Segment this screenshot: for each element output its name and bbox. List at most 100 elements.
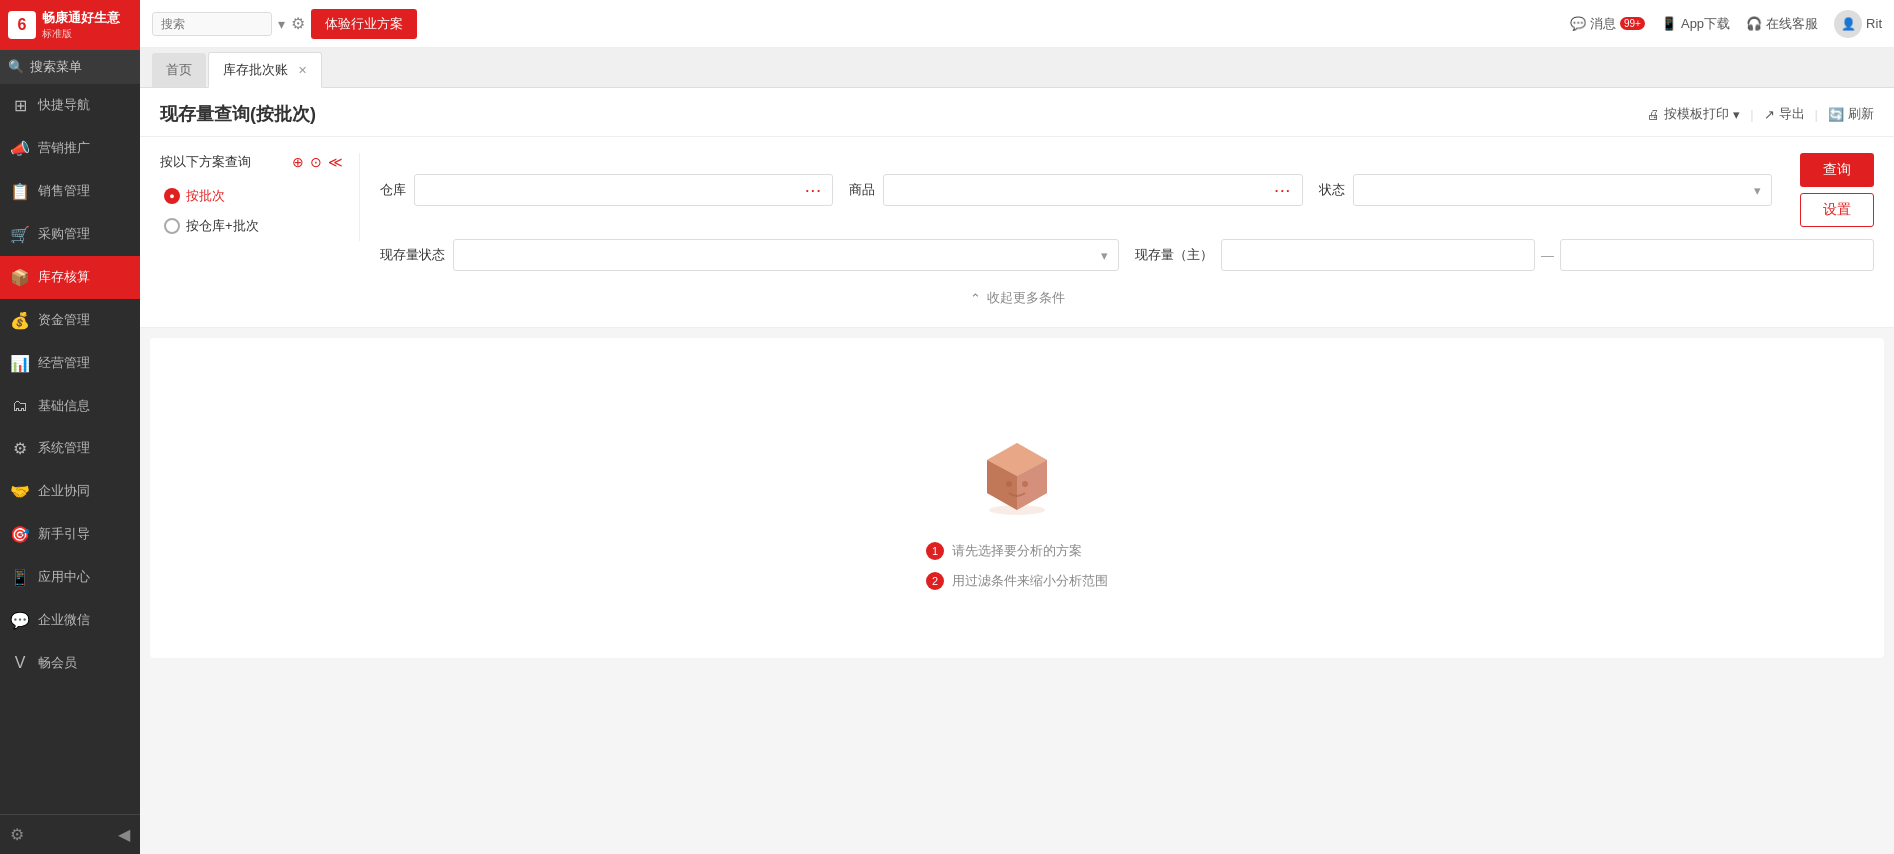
scheme-item-batch[interactable]: ● 按批次 bbox=[160, 181, 343, 211]
search-icon: 🔍 bbox=[8, 59, 24, 74]
purchase-label: 采购管理 bbox=[38, 225, 90, 243]
settings-icon[interactable]: ⚙ bbox=[10, 825, 24, 844]
warehouse-label: 仓库 bbox=[380, 181, 406, 199]
tab-inventory-batch[interactable]: 库存批次账 ✕ bbox=[208, 52, 322, 88]
sidebar-item-guide[interactable]: 🎯 新手引导 bbox=[0, 513, 140, 556]
sidebar-item-member[interactable]: V畅会员 bbox=[0, 642, 140, 684]
stock-status-filter: 现存量状态 ▾ bbox=[380, 239, 1119, 271]
collapse-more-btn[interactable]: ⌃ 收起更多条件 bbox=[160, 285, 1874, 311]
hint2-text: 用过滤条件来缩小分析范围 bbox=[952, 568, 1108, 594]
warehouse-more-dots[interactable]: ··· bbox=[805, 183, 822, 198]
product-input[interactable]: ··· bbox=[883, 174, 1302, 206]
online-service-label: 在线客服 bbox=[1766, 15, 1818, 33]
sidebar-footer: ⚙ ◀ bbox=[0, 814, 140, 854]
sidebar-item-quick-nav[interactable]: ⊞快捷导航 bbox=[0, 84, 140, 127]
sidebar-item-basics[interactable]: 🗂 基础信息 bbox=[0, 385, 140, 427]
basics-label: 基础信息 bbox=[38, 397, 90, 415]
experience-btn[interactable]: 体验行业方案 bbox=[311, 9, 417, 39]
settings-btn[interactable]: 设置 bbox=[1800, 193, 1874, 227]
user-avatar-btn[interactable]: 👤 Rit bbox=[1834, 10, 1882, 38]
quick-nav-label: 快捷导航 bbox=[38, 96, 90, 114]
scheme-collapse-icon[interactable]: ≪ bbox=[328, 154, 343, 170]
page-header: 现存量查询(按批次) 🖨 按模板打印 ▾ | ↗ 导出 | 🔄 刷新 bbox=[140, 88, 1894, 137]
topbar-search-input[interactable] bbox=[152, 12, 272, 36]
sidebar-item-system[interactable]: ⚙系统管理 bbox=[0, 427, 140, 470]
export-btn[interactable]: ↗ 导出 bbox=[1764, 105, 1805, 123]
sidebar-item-wechat[interactable]: 💬企业微信 bbox=[0, 599, 140, 642]
inventory-icon: 📦 bbox=[10, 268, 30, 287]
stock-qty-min-input[interactable] bbox=[1221, 239, 1535, 271]
status-label: 状态 bbox=[1319, 181, 1345, 199]
refresh-btn[interactable]: 🔄 刷新 bbox=[1828, 105, 1874, 123]
tab-close-icon[interactable]: ✕ bbox=[298, 64, 307, 76]
member-label: 畅会员 bbox=[38, 654, 77, 672]
empty-hint-2: 2 用过滤条件来缩小分析范围 bbox=[926, 568, 1108, 594]
page-content: 现存量查询(按批次) 🖨 按模板打印 ▾ | ↗ 导出 | 🔄 刷新 bbox=[140, 88, 1894, 854]
sales-icon: 📋 bbox=[10, 182, 30, 201]
sidebar-item-sales[interactable]: 📋 销售管理 bbox=[0, 170, 140, 213]
tabs-bar: 首页 库存批次账 ✕ bbox=[140, 48, 1894, 88]
sidebar-search[interactable]: 🔍 搜索菜单 bbox=[0, 50, 140, 84]
notifications-badge: 99+ bbox=[1620, 17, 1645, 30]
sidebar-item-inventory[interactable]: 📦 库存核算 bbox=[0, 256, 140, 299]
export-label: 导出 bbox=[1779, 105, 1805, 123]
app-download-label: App下载 bbox=[1681, 15, 1730, 33]
inventory-label: 库存核算 bbox=[38, 268, 90, 286]
scheme-warehouse-batch-label: 按仓库+批次 bbox=[186, 217, 259, 235]
print-dropdown-icon[interactable]: ▾ bbox=[1733, 107, 1740, 122]
sidebar-header: 6 畅康通好生意 标准版 bbox=[0, 0, 140, 50]
sidebar-item-marketing[interactable]: 📣营销推广 bbox=[0, 127, 140, 170]
hint1-badge: 1 bbox=[926, 542, 944, 560]
sidebar-nav: ⊞快捷导航📣营销推广 📋 销售管理 🛒 采购管理 📦 库存核算 💰资金管理📊经营管理 🗂 基础信息… bbox=[0, 84, 140, 814]
guide-icon: 🎯 bbox=[10, 525, 30, 544]
finance-icon: 💰 bbox=[10, 311, 30, 330]
collapse-up-icon: ⌃ bbox=[970, 291, 981, 306]
stock-status-dropdown-icon: ▾ bbox=[1101, 248, 1108, 263]
sidebar-item-operations[interactable]: 📊经营管理 bbox=[0, 342, 140, 385]
query-btn[interactable]: 查询 bbox=[1800, 153, 1874, 187]
filter-row-2: 现存量状态 ▾ 现存量（主） — bbox=[380, 239, 1874, 271]
stock-qty-range: — bbox=[1221, 239, 1874, 271]
sidebar-item-enterprise[interactable]: 🤝企业协同 bbox=[0, 470, 140, 513]
collapse-icon[interactable]: ◀ bbox=[118, 825, 130, 844]
app-download-btn[interactable]: 📱 App下载 bbox=[1661, 15, 1730, 33]
export-icon: ↗ bbox=[1764, 107, 1775, 122]
empty-cube-icon bbox=[972, 428, 1062, 518]
empty-state: 1 请先选择要分析的方案 2 用过滤条件来缩小分析范围 bbox=[150, 338, 1884, 658]
print-template-btn[interactable]: 🖨 按模板打印 ▾ bbox=[1647, 105, 1740, 123]
sidebar-item-purchase[interactable]: 🛒 采购管理 bbox=[0, 213, 140, 256]
page-title: 现存量查询(按批次) bbox=[160, 102, 316, 126]
stock-status-select[interactable]: ▾ bbox=[453, 239, 1119, 271]
purchase-icon: 🛒 bbox=[10, 225, 30, 244]
sidebar-item-appstore[interactable]: 📱应用中心 bbox=[0, 556, 140, 599]
enterprise-icon: 🤝 bbox=[10, 482, 30, 501]
filter-panel: 按以下方案查询 ⊕ ⊙ ≪ ● 按批次 按仓库+批次 bbox=[140, 137, 1894, 328]
search-label: 搜索菜单 bbox=[30, 58, 82, 76]
online-service-btn[interactable]: 🎧 在线客服 bbox=[1746, 15, 1818, 33]
topbar-right: 💬 消息 99+ 📱 App下载 🎧 在线客服 👤 Rit bbox=[1570, 10, 1882, 38]
stock-qty-max-input[interactable] bbox=[1560, 239, 1874, 271]
divider2: | bbox=[1815, 107, 1818, 122]
topbar-gear-icon[interactable]: ⚙ bbox=[291, 14, 305, 33]
scheme-settings-icon[interactable]: ⊙ bbox=[310, 154, 322, 170]
basics-icon: 🗂 bbox=[10, 397, 30, 415]
app-logo: 6 bbox=[8, 11, 36, 39]
print-label: 按模板打印 bbox=[1664, 105, 1729, 123]
scheme-item-warehouse-batch[interactable]: 按仓库+批次 bbox=[160, 211, 343, 241]
guide-label: 新手引导 bbox=[38, 525, 90, 543]
stock-qty-filter: 现存量（主） — bbox=[1135, 239, 1874, 271]
warehouse-input[interactable]: ··· bbox=[414, 174, 833, 206]
sales-label: 销售管理 bbox=[38, 182, 90, 200]
sidebar-item-finance[interactable]: 💰资金管理 bbox=[0, 299, 140, 342]
notifications-btn[interactable]: 💬 消息 99+ bbox=[1570, 15, 1645, 33]
scheme-actions: ⊕ ⊙ ≪ bbox=[292, 154, 343, 170]
scheme-header-label: 按以下方案查询 bbox=[160, 153, 251, 171]
appstore-label: 应用中心 bbox=[38, 568, 90, 586]
tab-home[interactable]: 首页 bbox=[152, 53, 206, 87]
product-more-dots[interactable]: ··· bbox=[1275, 183, 1292, 198]
scheme-add-icon[interactable]: ⊕ bbox=[292, 154, 304, 170]
topbar-dropdown-icon[interactable]: ▾ bbox=[278, 16, 285, 32]
filter-panel-inner: 按以下方案查询 ⊕ ⊙ ≪ ● 按批次 按仓库+批次 bbox=[160, 153, 1874, 271]
wechat-icon: 💬 bbox=[10, 611, 30, 630]
status-select[interactable]: ▾ bbox=[1353, 174, 1772, 206]
